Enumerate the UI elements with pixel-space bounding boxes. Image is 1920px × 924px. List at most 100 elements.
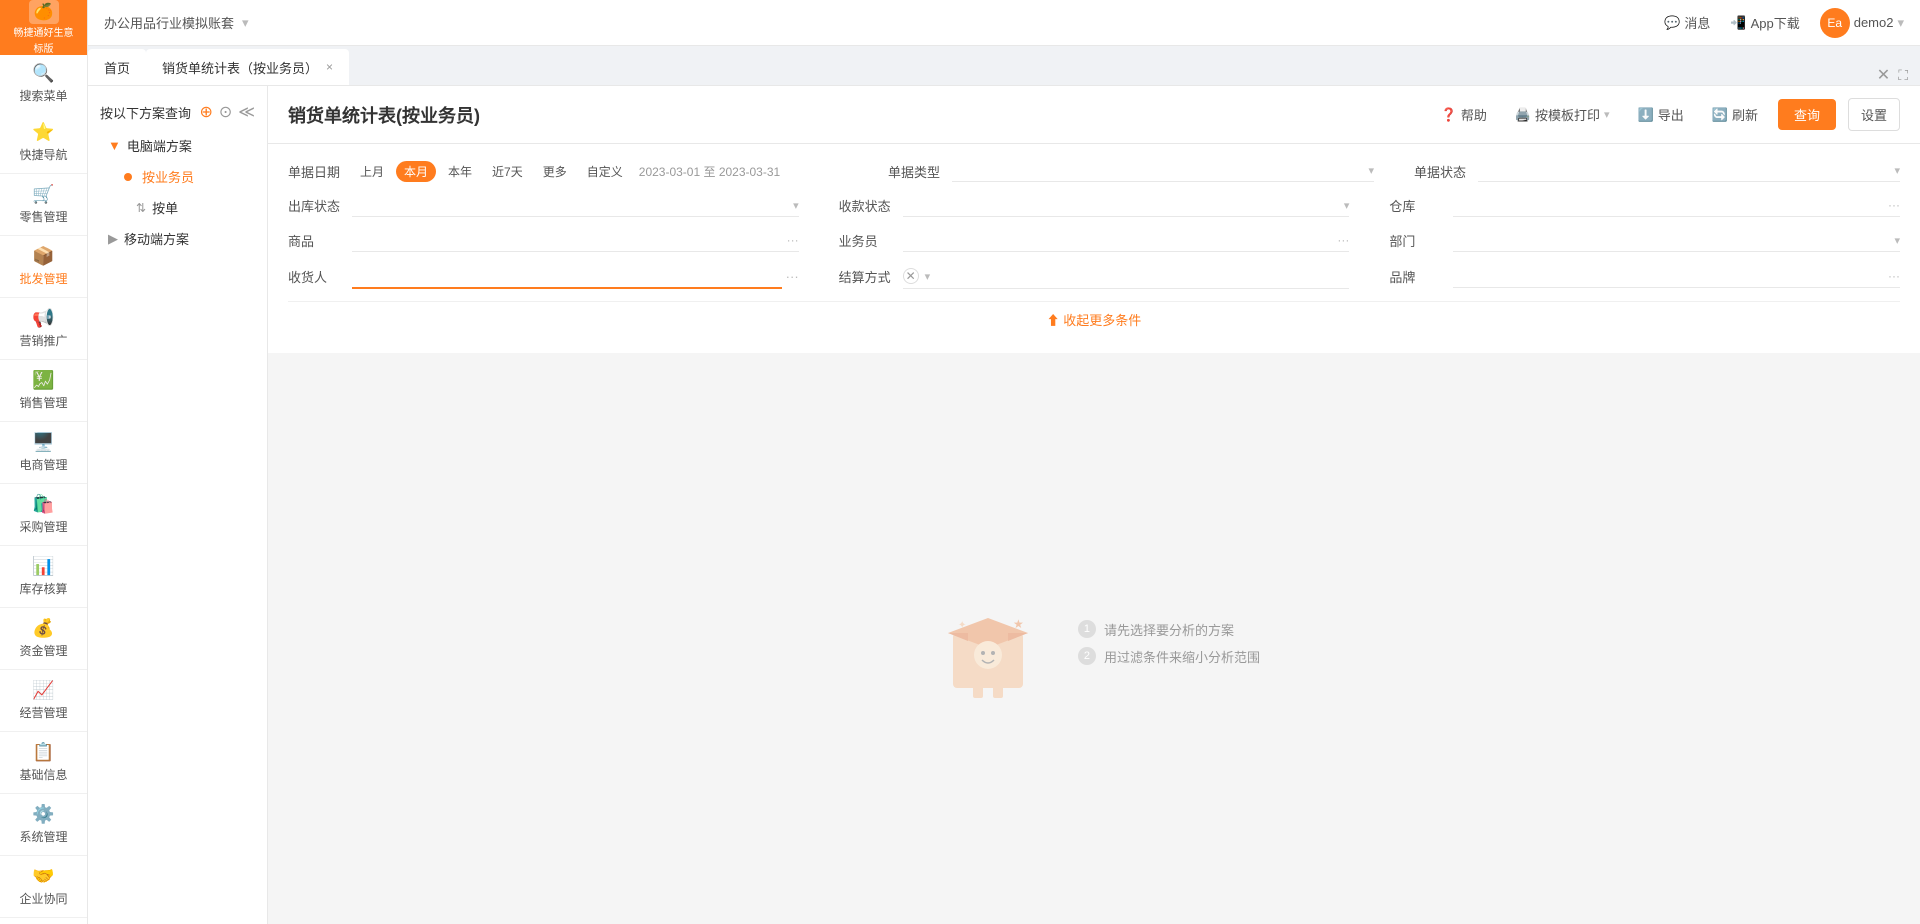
date-btn-this-month[interactable]: 本月 [396, 161, 436, 182]
app-download-btn[interactable]: 📲 App下载 [1730, 13, 1799, 32]
settings-btn[interactable]: 设置 [1848, 98, 1900, 131]
doc-type-label: 单据类型 [888, 162, 944, 181]
sidebar-item-wholesale[interactable]: 📦 批发管理 [0, 236, 87, 298]
filter-date: 单据日期 上月 本月 本年 近7天 更多 自定义 2023-03-01 至 20… [288, 161, 888, 182]
print-dropdown-icon: ▾ [1604, 108, 1610, 121]
settings-label: 设置 [1861, 105, 1887, 124]
filter-pay-method: 结算方式 ✕ ▾ [839, 264, 1350, 289]
system-icon: ⚙️ [32, 804, 54, 825]
help-btn[interactable]: ❓ 帮助 [1433, 101, 1495, 128]
sidebar-item-retail[interactable]: 🛒 零售管理 [0, 174, 87, 236]
company-dropdown[interactable]: 办公用品行业模拟账套 [104, 13, 234, 32]
left-panel-icons: ⊕ ⊙ ≪ [199, 102, 255, 122]
header-left: 办公用品行业模拟账套 ▾ [104, 13, 249, 32]
tree-order-label: 按单 [152, 198, 178, 217]
username: demo2 [1854, 15, 1894, 30]
brand-select[interactable]: ··· [1453, 265, 1900, 288]
tab-close-btn[interactable]: × [326, 60, 333, 74]
sidebar-item-operation[interactable]: 📈 经营管理 [0, 670, 87, 732]
warehouse-label: 仓库 [1389, 196, 1445, 215]
tree-mobile-scheme[interactable]: ▶ 移动端方案 [88, 223, 267, 254]
sidebar-ecommerce-label: 电商管理 [19, 456, 67, 473]
salesman-select[interactable]: ··· [903, 229, 1350, 252]
sidebar-item-newbie[interactable]: 🎓 新手引导 [0, 918, 87, 924]
sidebar-item-marketing[interactable]: 📢 营销推广 [0, 298, 87, 360]
sidebar-item-basic[interactable]: 📋 基础信息 [0, 732, 87, 794]
tab-maximize-icon[interactable]: ⛶ [1898, 67, 1908, 84]
svg-text:★: ★ [1013, 617, 1024, 631]
print-btn[interactable]: 🖨️ 按模板打印 ▾ [1507, 101, 1618, 128]
out-status-select[interactable]: ▾ [352, 195, 799, 217]
sidebar-item-finance[interactable]: 💰 资金管理 [0, 608, 87, 670]
filter-doc-status: 单据状态 ▾ [1414, 160, 1900, 182]
date-btn-7days[interactable]: 近7天 [484, 161, 531, 182]
sidebar-item-purchase[interactable]: 🛍️ 采购管理 [0, 484, 87, 546]
tree-expand-icon: ▼ [108, 138, 121, 153]
message-btn[interactable]: 💬 消息 [1664, 13, 1710, 32]
receipt-status-chevron: ▾ [1344, 199, 1350, 212]
receiver-more-icon[interactable]: ··· [786, 269, 799, 284]
sidebar-item-enterprise[interactable]: 🤝 企业协同 [0, 856, 87, 918]
pay-method-clear-btn[interactable]: ✕ [903, 268, 919, 284]
tree-mobile-label: 移动端方案 [124, 229, 189, 248]
sidebar-item-nav[interactable]: ⭐ 快捷导航 [0, 112, 87, 174]
sidebar-basic-label: 基础信息 [19, 766, 67, 783]
dept-select[interactable]: ▾ [1453, 230, 1900, 252]
user-menu[interactable]: Ea demo2 ▾ [1820, 8, 1904, 38]
query-btn[interactable]: 查询 [1778, 99, 1836, 130]
date-btn-this-year[interactable]: 本年 [440, 161, 480, 182]
app-logo[interactable]: 🍊 畅捷通好生意 标版 [0, 0, 88, 55]
ecommerce-icon: 🖥️ [32, 432, 54, 453]
add-scheme-icon[interactable]: ⊕ [199, 102, 212, 122]
tip-num-1: 1 [1078, 620, 1096, 638]
empty-tips: 1 请先选择要分析的方案 2 用过滤条件来缩小分析范围 [1078, 620, 1260, 666]
warehouse-select[interactable]: ··· [1453, 194, 1900, 217]
sidebar-search-item[interactable]: 🔍 搜索菜单 [0, 55, 87, 112]
sidebar-item-sales[interactable]: 💹 销售管理 [0, 360, 87, 422]
sidebar-finance-label: 资金管理 [19, 642, 67, 659]
tab-active[interactable]: 销货单统计表（按业务员） × [146, 49, 349, 85]
dropdown-icon[interactable]: ▾ [242, 15, 249, 31]
operation-icon: 📈 [32, 680, 54, 701]
receiver-input[interactable] [352, 264, 782, 289]
doc-status-select[interactable]: ▾ [1478, 160, 1900, 182]
top-header: 办公用品行业模拟账套 ▾ 💬 消息 📲 App下载 Ea demo2 ▾ [88, 0, 1920, 46]
filter-receipt-status: 收款状态 ▾ [839, 195, 1350, 217]
sidebar-item-ecommerce[interactable]: 🖥️ 电商管理 [0, 422, 87, 484]
active-dot [124, 173, 132, 181]
goods-select[interactable]: ··· [352, 229, 799, 252]
filter-brand: 品牌 ··· [1389, 265, 1900, 288]
page-area: 按以下方案查询 ⊕ ⊙ ≪ ▼ 电脑端方案 按业务员 ⇅ 按单 ▶ [88, 86, 1920, 924]
sidebar-system-label: 系统管理 [19, 828, 67, 845]
filter-doc-type: 单据类型 ▾ [888, 160, 1374, 182]
tab-active-label: 销货单统计表（按业务员） [162, 58, 318, 77]
tree-desktop-scheme[interactable]: ▼ 电脑端方案 [88, 130, 267, 161]
doc-type-select[interactable]: ▾ [952, 160, 1374, 182]
collapse-btn[interactable]: ⬆ 收起更多条件 [288, 301, 1900, 337]
tab-home[interactable]: 首页 [88, 49, 146, 85]
tab-close-window-icon[interactable]: ✕ [1877, 65, 1890, 85]
sidebar-item-system[interactable]: ⚙️ 系统管理 [0, 794, 87, 856]
main-content: 办公用品行业模拟账套 ▾ 💬 消息 📲 App下载 Ea demo2 ▾ 首页 [88, 0, 1920, 924]
tree-by-order[interactable]: ⇅ 按单 [88, 192, 267, 223]
date-range: 2023-03-01 至 2023-03-31 [639, 163, 780, 180]
tab-home-label: 首页 [104, 58, 130, 77]
date-btn-more[interactable]: 更多 [535, 161, 575, 182]
export-btn[interactable]: ⬇️ 导出 [1630, 101, 1692, 128]
salesman-label: 业务员 [839, 231, 895, 250]
receipt-status-select[interactable]: ▾ [903, 195, 1350, 217]
date-btn-custom[interactable]: 自定义 [579, 161, 631, 182]
collapse-panel-icon[interactable]: ≪ [238, 102, 255, 122]
edit-scheme-icon[interactable]: ⊙ [219, 102, 232, 122]
tree-by-salesman[interactable]: 按业务员 [88, 161, 267, 192]
goods-more-icon: ··· [787, 233, 799, 247]
receiver-label: 收货人 [288, 267, 344, 286]
date-btn-last-month[interactable]: 上月 [352, 161, 392, 182]
refresh-btn[interactable]: 🔄 刷新 [1704, 101, 1766, 128]
sidebar-operation-label: 经营管理 [19, 704, 67, 721]
sidebar-item-inventory[interactable]: 📊 库存核算 [0, 546, 87, 608]
pay-method-select[interactable]: ✕ ▾ [903, 264, 1350, 289]
empty-state: ★ ✦ 1 请先选择要分析的方案 2 [268, 361, 1920, 924]
dept-label: 部门 [1389, 231, 1445, 250]
print-icon: 🖨️ [1515, 107, 1531, 123]
